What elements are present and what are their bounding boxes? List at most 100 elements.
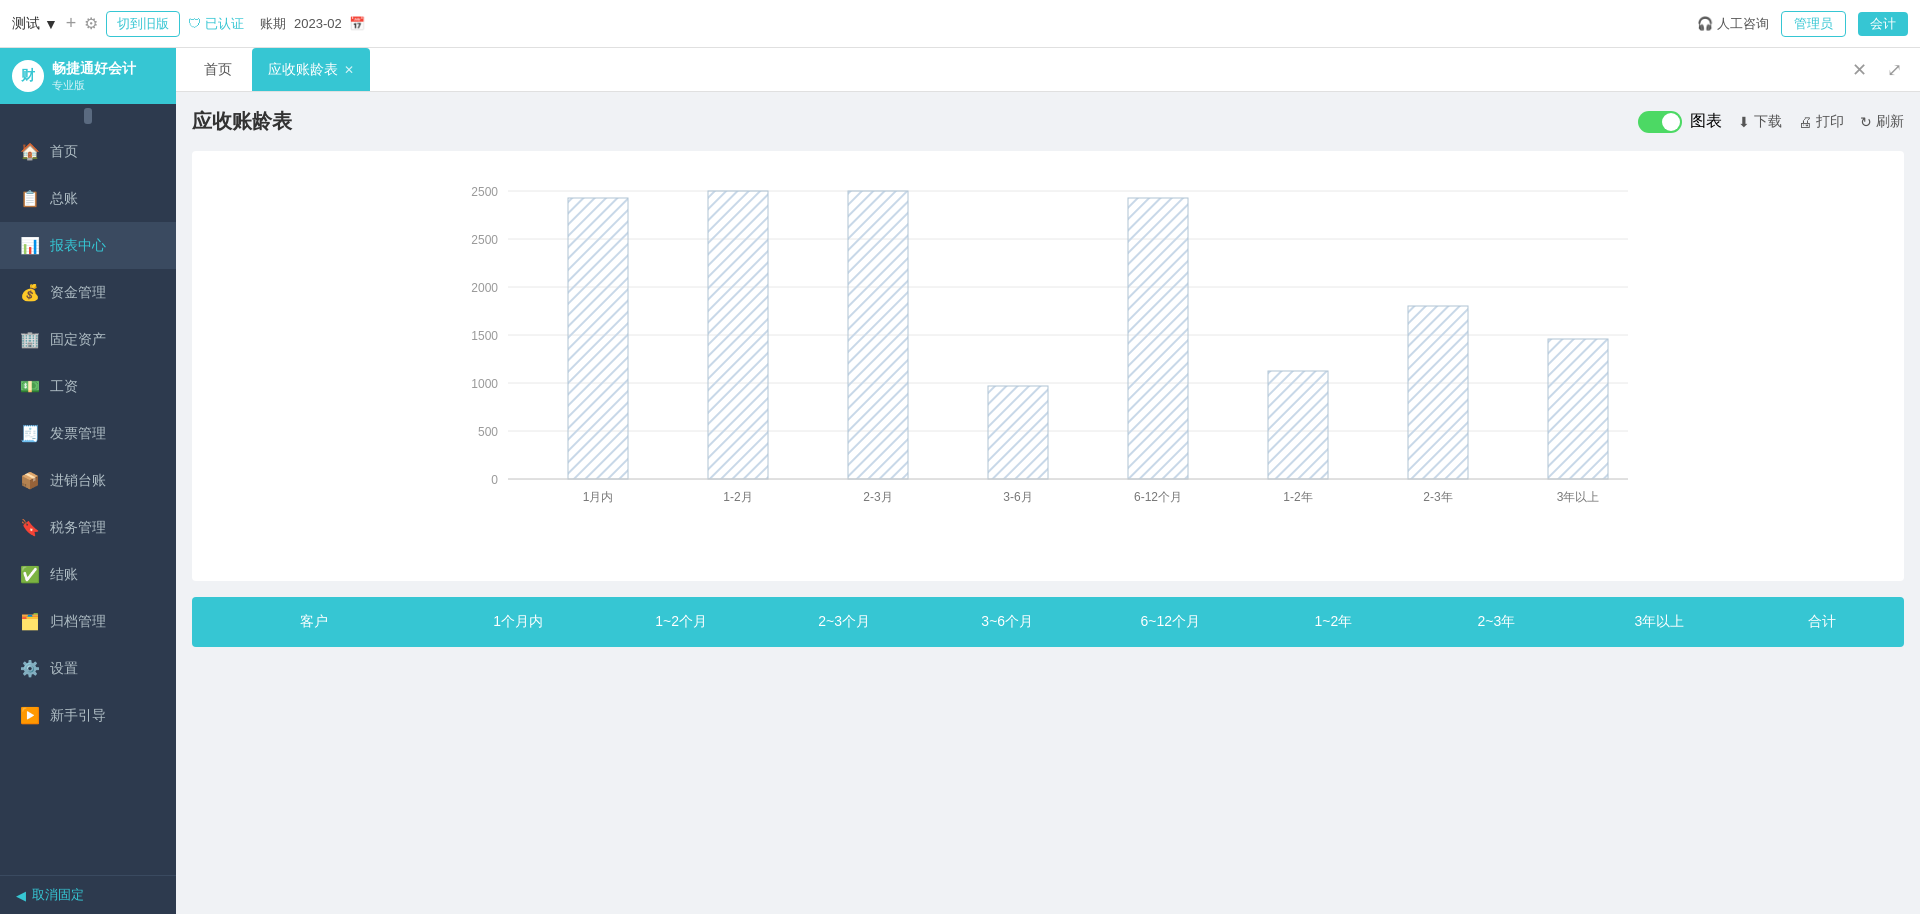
sidebar-item-label: 发票管理 [50, 425, 106, 443]
salary-icon: 💵 [20, 377, 40, 396]
col-1-2year: 1~2年 [1252, 597, 1415, 647]
bar-chart: 0 500 1000 1500 2000 2500 2500 1 [212, 171, 1884, 561]
manager-button[interactable]: 管理员 [1781, 11, 1846, 37]
sidebar: 财 畅捷通好会计 专业版 🏠 首页 📋 总账 📊 报表中心 💰 资金管理 [0, 48, 176, 914]
certified-badge: 🛡 已认证 [188, 15, 244, 33]
funds-icon: 💰 [20, 283, 40, 302]
logo-text-area: 畅捷通好会计 专业版 [52, 60, 136, 93]
chart-toggle-label: 图表 [1690, 111, 1722, 132]
download-icon: ⬇ [1738, 114, 1750, 130]
sidebar-nav: 🏠 首页 📋 总账 📊 报表中心 💰 资金管理 🏢 固定资产 💵 工资 [0, 128, 176, 875]
print-icon: 🖨 [1798, 114, 1812, 130]
col-total: 合计 [1741, 597, 1904, 647]
sidebar-item-label: 首页 [50, 143, 78, 161]
period-label: 账期 2023-02 📅 [260, 15, 365, 33]
download-button[interactable]: ⬇ 下载 [1738, 113, 1782, 131]
close-period-icon: ✅ [20, 565, 40, 584]
col-1month: 1个月内 [437, 597, 600, 647]
cancel-fix-button[interactable]: ◀ 取消固定 [0, 875, 176, 914]
tax-icon: 🔖 [20, 518, 40, 537]
settings-nav-icon: ⚙️ [20, 659, 40, 678]
invoice-icon: 🧾 [20, 424, 40, 443]
refresh-button[interactable]: ↻ 刷新 [1860, 113, 1904, 131]
sidebar-item-home[interactable]: 🏠 首页 [0, 128, 176, 175]
svg-text:500: 500 [478, 425, 498, 439]
topbar: 测试 ▼ + ⚙ 切到旧版 🛡 已认证 账期 2023-02 📅 🎧 人工咨询 … [0, 0, 1920, 48]
sidebar-item-guide[interactable]: ▶️ 新手引导 [0, 692, 176, 739]
tab-receivable-aging[interactable]: 应收账龄表 ✕ [252, 48, 370, 91]
inventory-icon: 📦 [20, 471, 40, 490]
settings-button[interactable]: ⚙ [84, 14, 98, 33]
col-2-3month: 2~3个月 [763, 597, 926, 647]
svg-rect-15 [568, 198, 628, 479]
sidebar-item-label: 资金管理 [50, 284, 106, 302]
add-button[interactable]: + [66, 13, 77, 34]
logo-text: 畅捷通好会计 [52, 60, 136, 78]
tab-expand-button[interactable]: ⤢ [1881, 57, 1908, 83]
refresh-icon: ↻ [1860, 114, 1872, 130]
col-3yearplus: 3年以上 [1578, 597, 1741, 647]
consult-button[interactable]: 🎧 人工咨询 [1697, 15, 1769, 33]
sidebar-item-ledger[interactable]: 📋 总账 [0, 175, 176, 222]
svg-text:2000: 2000 [471, 281, 498, 295]
ledger-icon: 📋 [20, 189, 40, 208]
sidebar-item-label: 归档管理 [50, 613, 106, 631]
svg-text:2-3月: 2-3月 [863, 490, 892, 504]
sidebar-item-label: 工资 [50, 378, 78, 396]
accounting-button[interactable]: 会计 [1858, 12, 1908, 36]
sidebar-item-label: 设置 [50, 660, 78, 678]
sidebar-item-reports[interactable]: 📊 报表中心 [0, 222, 176, 269]
svg-text:1月内: 1月内 [583, 490, 614, 504]
svg-text:6-12个月: 6-12个月 [1134, 490, 1182, 504]
tab-actions: ✕ ⤢ [1846, 57, 1908, 83]
sidebar-item-label: 税务管理 [50, 519, 106, 537]
archive-icon: 🗂️ [20, 612, 40, 631]
sidebar-item-close[interactable]: ✅ 结账 [0, 551, 176, 598]
tab-close-button[interactable]: ✕ [344, 63, 354, 77]
page-header: 应收账龄表 图表 ⬇ 下载 🖨 打印 [192, 108, 1904, 135]
old-version-button[interactable]: 切到旧版 [106, 11, 180, 37]
svg-text:1000: 1000 [471, 377, 498, 391]
calendar-icon[interactable]: 📅 [349, 16, 365, 31]
col-3-6month: 3~6个月 [926, 597, 1089, 647]
svg-rect-19 [848, 191, 908, 479]
logo-sub: 专业版 [52, 78, 136, 93]
svg-text:1-2月: 1-2月 [723, 490, 752, 504]
dropdown-icon: ▼ [44, 16, 58, 32]
reports-icon: 📊 [20, 236, 40, 255]
sidebar-item-funds[interactable]: 💰 资金管理 [0, 269, 176, 316]
svg-rect-25 [1268, 371, 1328, 479]
sidebar-item-label: 报表中心 [50, 237, 106, 255]
tab-close-all-button[interactable]: ✕ [1846, 57, 1873, 83]
svg-rect-23 [1128, 198, 1188, 479]
main-layout: 财 畅捷通好会计 专业版 🏠 首页 📋 总账 📊 报表中心 💰 资金管理 [0, 48, 1920, 914]
topbar-right: 🎧 人工咨询 管理员 会计 [1697, 11, 1908, 37]
chart-toggle[interactable] [1638, 111, 1682, 133]
sidebar-item-assets[interactable]: 🏢 固定资产 [0, 316, 176, 363]
sidebar-item-tax[interactable]: 🔖 税务管理 [0, 504, 176, 551]
data-table: 客户 1个月内 1~2个月 2~3个月 3~6个月 6~12个月 1~2年 2~… [192, 597, 1904, 647]
col-2-3year: 2~3年 [1415, 597, 1578, 647]
company-selector[interactable]: 测试 ▼ [12, 15, 58, 33]
topbar-left: 测试 ▼ + ⚙ 切到旧版 🛡 已认证 账期 2023-02 📅 [12, 11, 365, 37]
chart-container: 0 500 1000 1500 2000 2500 2500 1 [192, 151, 1904, 581]
sidebar-item-inventory[interactable]: 📦 进销台账 [0, 457, 176, 504]
sidebar-item-archive[interactable]: 🗂️ 归档管理 [0, 598, 176, 645]
sidebar-item-invoice[interactable]: 🧾 发票管理 [0, 410, 176, 457]
pin-icon: ◀ [16, 888, 26, 903]
tab-home[interactable]: 首页 [188, 48, 248, 91]
sidebar-item-label: 新手引导 [50, 707, 106, 725]
headset-icon: 🎧 [1697, 16, 1713, 31]
page-title: 应收账龄表 [192, 108, 292, 135]
company-name: 测试 [12, 15, 40, 33]
svg-text:2500: 2500 [471, 233, 498, 247]
sidebar-item-settings[interactable]: ⚙️ 设置 [0, 645, 176, 692]
page-header-actions: 图表 ⬇ 下载 🖨 打印 ↻ 刷新 [1638, 111, 1904, 133]
shield-icon: 🛡 [188, 16, 201, 31]
sidebar-item-salary[interactable]: 💵 工资 [0, 363, 176, 410]
print-button[interactable]: 🖨 打印 [1798, 113, 1844, 131]
sidebar-item-label: 结账 [50, 566, 78, 584]
svg-text:1500: 1500 [471, 329, 498, 343]
svg-text:2500: 2500 [471, 185, 498, 199]
chart-toggle-area: 图表 [1638, 111, 1722, 133]
